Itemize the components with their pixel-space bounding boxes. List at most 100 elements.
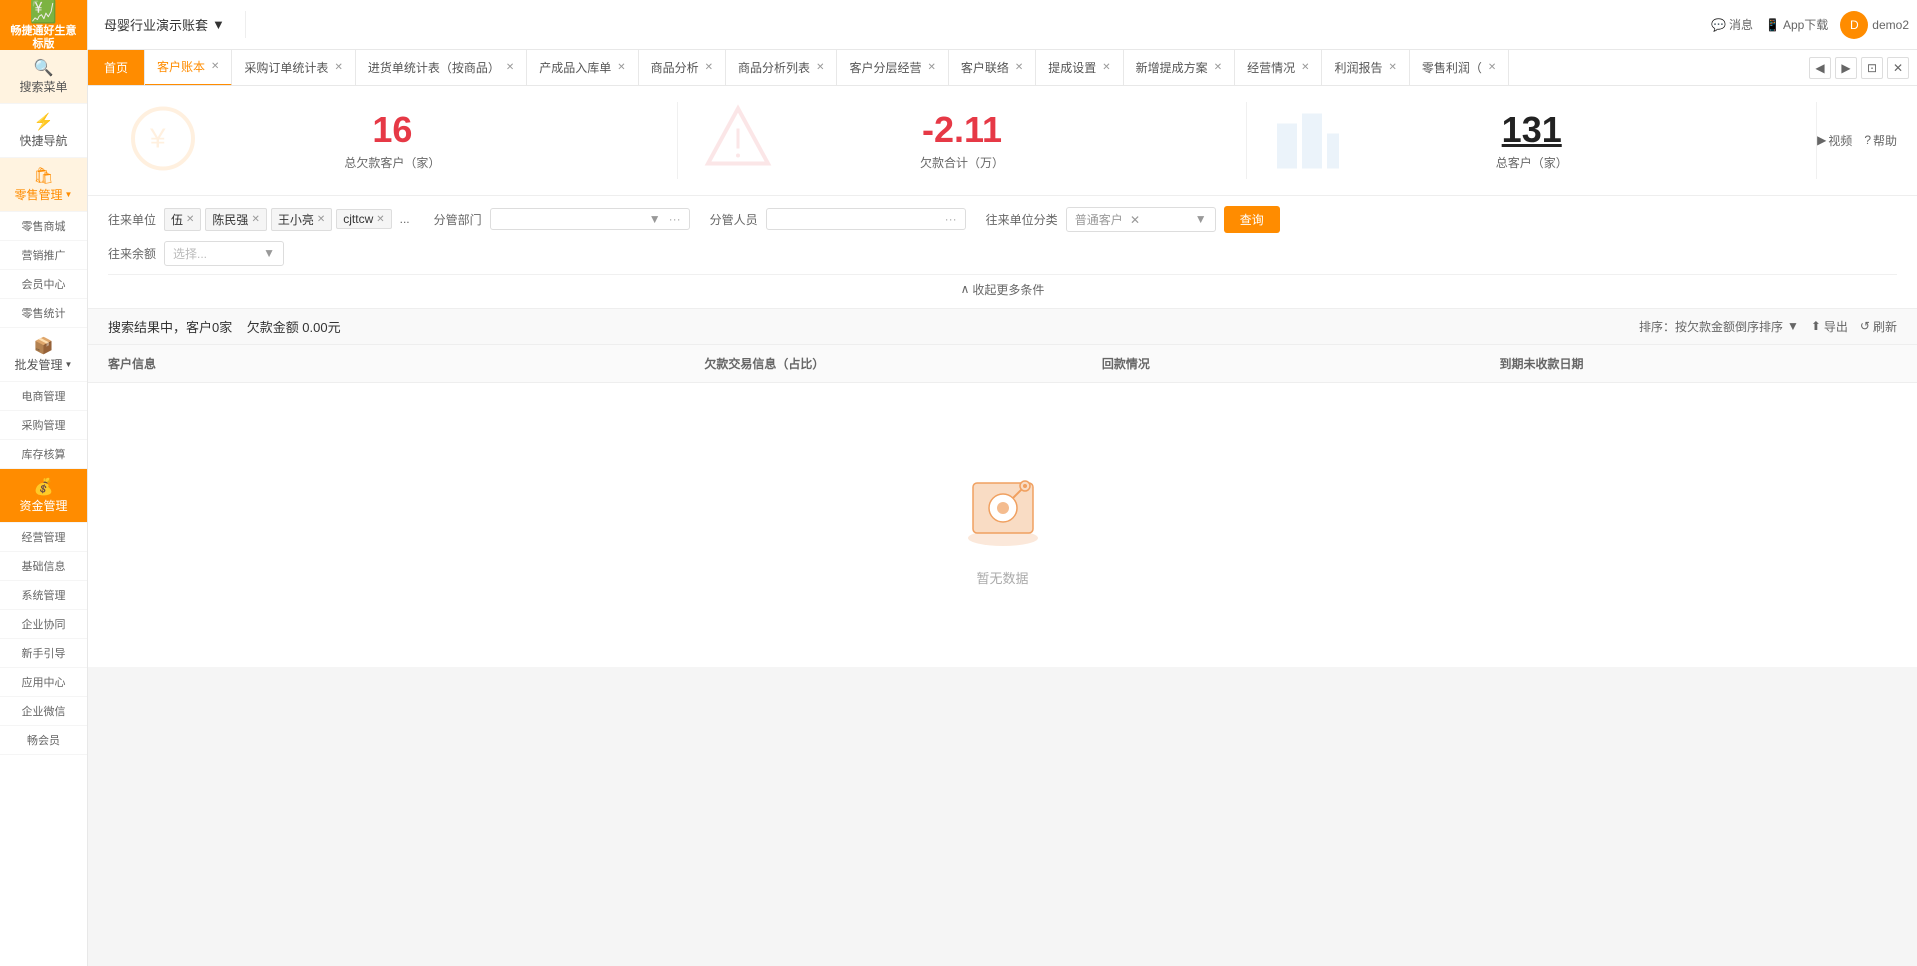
tab-product-analysis-list[interactable]: 商品分析列表 ✕ [726, 50, 837, 86]
tab-commission-setting[interactable]: 提成设置 ✕ [1036, 50, 1123, 86]
empty-text: 暂无数据 [976, 568, 1028, 587]
tab-close-icon[interactable]: ✕ [506, 62, 514, 73]
sidebar-item-inventory[interactable]: 库存核算 [0, 440, 87, 469]
sort-button[interactable]: 排序：按欠款金额倒序排序 ▼ [1639, 318, 1799, 335]
tab-home[interactable]: 首页 [88, 50, 145, 86]
col-repayment: 回款情况 [1102, 355, 1500, 372]
help-link[interactable]: ? 帮助 [1864, 132, 1897, 149]
sidebar-item-label: 搜索菜单 [4, 78, 83, 95]
sidebar-item-retailmall[interactable]: 零售商城 [0, 212, 87, 241]
workspace-selector[interactable]: 母婴行业演示账套 ▼ [96, 11, 246, 38]
dept-select[interactable]: ▼ ··· [490, 208, 690, 230]
data-table: 客户信息 欠款交易信息（占比） 回款情况 到期未收款日期 [88, 345, 1917, 667]
tab-product-analysis[interactable]: 商品分析 ✕ [639, 50, 726, 86]
tab-close-icon[interactable]: ✕ [1015, 62, 1023, 73]
tab-close-all[interactable]: ✕ [1887, 57, 1909, 79]
tab-add-commission[interactable]: 新增提成方案 ✕ [1124, 50, 1235, 86]
help-icon: ? [1864, 133, 1871, 147]
chevron-down-icon: ▼ [65, 360, 73, 369]
tab-customer-ledger[interactable]: 客户账本 ✕ [145, 50, 232, 86]
app-download-label: App下载 [1783, 16, 1828, 33]
person-select-more: ··· [945, 212, 957, 226]
tab-close-icon[interactable]: ✕ [211, 61, 219, 72]
tab-label: 零售利润（ [1422, 59, 1482, 76]
sidebar-item-wholesale[interactable]: 📦 批发管理 ▼ [0, 328, 87, 382]
unit-type-arrow: ▼ [1195, 212, 1207, 226]
sidebar-item-search[interactable]: 🔍 搜索菜单 [0, 50, 87, 104]
stat-label-debt-customers: 总欠款客户（家） [344, 154, 440, 171]
sidebar-item-operation[interactable]: 经营管理 [0, 523, 87, 552]
tab-label: 利润报告 [1334, 59, 1382, 76]
tab-close-icon[interactable]: ✕ [816, 62, 824, 73]
svg-text:¥: ¥ [149, 123, 166, 154]
tab-production-inbound[interactable]: 产成品入库单 ✕ [527, 50, 638, 86]
tab-expand[interactable]: ⊡ [1861, 57, 1883, 79]
sidebar-item-wechat[interactable]: 企业微信 [0, 697, 87, 726]
tab-close-icon[interactable]: ✕ [617, 62, 625, 73]
wholesale-icon: 📦 [34, 336, 54, 356]
sidebar-item-appcenter[interactable]: 应用中心 [0, 668, 87, 697]
col-customer-info: 客户信息 [108, 355, 704, 372]
logo-text: 畅捷通好生意 [11, 25, 77, 38]
refresh-button[interactable]: ↺ 刷新 [1860, 318, 1897, 335]
tag-close-3[interactable]: ✕ [317, 214, 325, 225]
stats-header: ¥ 16 总欠款客户（家） -2.11 欠款合计（万） [88, 86, 1917, 196]
sidebar-item-quicknav[interactable]: ⚡ 快捷导航 [0, 104, 87, 158]
tab-scroll-right[interactable]: ▶ [1835, 57, 1857, 79]
sidebar-item-retailstat[interactable]: 零售统计 [0, 299, 87, 328]
tag-close-2[interactable]: ✕ [251, 214, 259, 225]
tab-customer-tier[interactable]: 客户分层经营 ✕ [837, 50, 948, 86]
sidebar-item-baseinfo[interactable]: 基础信息 [0, 552, 87, 581]
tab-close-icon[interactable]: ✕ [1389, 62, 1397, 73]
tab-close-icon[interactable]: ✕ [927, 62, 935, 73]
export-label: 导出 [1824, 318, 1848, 335]
tab-profit-report[interactable]: 利润报告 ✕ [1322, 50, 1409, 86]
user-menu[interactable]: D demo2 [1840, 11, 1909, 39]
tab-close-icon[interactable]: ✕ [334, 62, 342, 73]
tag-more-button[interactable]: ... [396, 210, 414, 228]
refresh-icon: ↺ [1860, 319, 1870, 333]
tab-customer-contact[interactable]: 客户联络 ✕ [949, 50, 1036, 86]
sidebar-item-sysadmin[interactable]: 系统管理 [0, 581, 87, 610]
sidebar-item-marketing[interactable]: 营销推广 [0, 241, 87, 270]
table-header: 客户信息 欠款交易信息（占比） 回款情况 到期未收款日期 [88, 345, 1917, 383]
tab-retail-profit[interactable]: 零售利润（ ✕ [1410, 50, 1509, 86]
balance-select[interactable]: 选择... ▼ [164, 241, 284, 266]
tab-close-icon[interactable]: ✕ [1214, 62, 1222, 73]
sidebar-item-retail[interactable]: 🛍 零售管理 ▼ [0, 158, 87, 212]
sidebar-item-label: 库存核算 [4, 446, 83, 462]
sidebar-item-label: 会员中心 [4, 276, 83, 292]
tab-close-icon[interactable]: ✕ [705, 62, 713, 73]
tab-inbound-stats[interactable]: 进货单统计表（按商品） ✕ [356, 50, 527, 86]
tab-close-icon[interactable]: ✕ [1488, 62, 1496, 73]
sidebar-item-enterprise[interactable]: 企业协同 [0, 610, 87, 639]
sidebar: 💹 畅捷通好生意 标版 🔍 搜索菜单 ⚡ 快捷导航 🛍 零售管理 ▼ 零售商城 … [0, 0, 88, 966]
unit-type-select[interactable]: 普通客户 ✕ ▼ [1066, 207, 1216, 232]
unit-type-tag-close[interactable]: ✕ [1130, 213, 1140, 227]
tab-operation[interactable]: 经营情况 ✕ [1235, 50, 1322, 86]
sidebar-item-member[interactable]: 会员中心 [0, 270, 87, 299]
stat-number-debt-amount: -2.11 [922, 110, 1002, 150]
message-button[interactable]: 💬 消息 [1711, 16, 1753, 33]
collapse-filter-button[interactable]: ∧ 收起更多条件 [108, 274, 1897, 298]
balance-label: 往来余额 [108, 245, 156, 262]
sidebar-item-purchase[interactable]: 采购管理 [0, 411, 87, 440]
sidebar-item-changhui[interactable]: 畅会员 [0, 726, 87, 755]
search-icon: 🔍 [4, 58, 83, 78]
tag-close-1[interactable]: ✕ [186, 214, 194, 225]
tag-close-4[interactable]: ✕ [376, 214, 384, 225]
tab-purchase-order-stats[interactable]: 采购订单统计表 ✕ [232, 50, 355, 86]
app-download-button[interactable]: 📱 App下载 [1765, 16, 1828, 33]
sidebar-item-ecommerce[interactable]: 电商管理 [0, 382, 87, 411]
export-button[interactable]: ⬆ 导出 [1811, 318, 1848, 335]
collapse-icon: ∧ [961, 282, 970, 296]
sidebar-item-newguide[interactable]: 新手引导 [0, 639, 87, 668]
tab-close-icon[interactable]: ✕ [1102, 62, 1110, 73]
tab-close-icon[interactable]: ✕ [1301, 62, 1309, 73]
search-button[interactable]: 查询 [1224, 206, 1280, 233]
sidebar-item-label: 采购管理 [4, 417, 83, 433]
person-select[interactable]: ··· [766, 208, 966, 230]
sidebar-item-finance[interactable]: 💰 资金管理 [0, 469, 87, 523]
video-link[interactable]: ▶ 视频 [1817, 132, 1852, 149]
tab-scroll-left[interactable]: ◀ [1809, 57, 1831, 79]
